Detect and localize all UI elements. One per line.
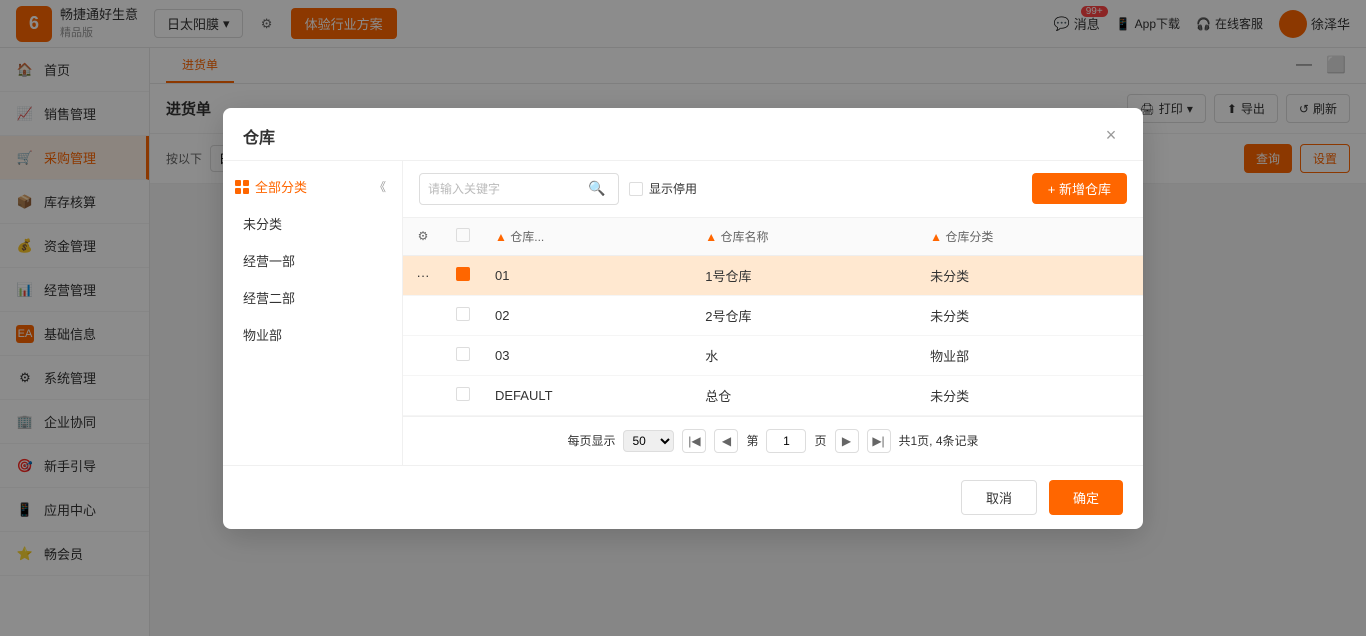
search-icon[interactable]: 🔍	[588, 180, 605, 197]
table-row[interactable]: 03 水 物业部	[403, 335, 1143, 375]
modal-body: 全部分类 《 未分类 经营一部 经营二部 物业部	[223, 161, 1143, 465]
category-item-property[interactable]: 物业部	[223, 316, 402, 353]
next-page-btn[interactable]: ▶	[835, 429, 859, 453]
table-row[interactable]: 02 2号仓库 未分类	[403, 295, 1143, 335]
row-gear-1	[403, 295, 443, 335]
category-panel-header: 全部分类 《	[223, 169, 402, 205]
per-page-select[interactable]: 50 10 20 100	[623, 430, 674, 452]
table-toolbar: 🔍 显示停用 + 新增仓库	[403, 161, 1143, 218]
row-gear-0: ···	[403, 255, 443, 295]
first-page-btn[interactable]: |◀	[682, 429, 706, 453]
select-all-checkbox[interactable]	[456, 228, 470, 242]
category-item-ops1[interactable]: 经营一部	[223, 242, 402, 279]
search-input[interactable]	[428, 182, 588, 196]
row-category-2: 物业部	[918, 335, 1143, 375]
search-box: 🔍	[419, 173, 619, 205]
sort-icon: ▲	[495, 230, 507, 244]
total-info: 共1页, 4条记录	[899, 432, 979, 449]
modal-close-btn[interactable]: ×	[1099, 124, 1123, 148]
col-header-name: ▲ 仓库名称	[693, 218, 918, 256]
show-disabled-label: 显示停用	[629, 180, 697, 197]
row-gear-3	[403, 375, 443, 415]
row-name-2: 水	[693, 335, 918, 375]
row-code-2: 03	[483, 335, 693, 375]
category-item-uncategorized[interactable]: 未分类	[223, 205, 402, 242]
page-suffix: 页	[814, 432, 826, 449]
col-header-check	[443, 218, 483, 256]
modal-overlay: 仓库 × 全部分类 《 未分类	[0, 0, 1366, 636]
warehouse-modal: 仓库 × 全部分类 《 未分类	[223, 108, 1143, 529]
confirm-button[interactable]: 确定	[1049, 480, 1123, 515]
row-code-0: 01	[483, 255, 693, 295]
table-row[interactable]: DEFAULT 总仓 未分类	[403, 375, 1143, 415]
per-page-label: 每页显示	[567, 432, 615, 449]
row-category-0: 未分类	[918, 255, 1143, 295]
col-header-category: ▲ 仓库分类	[918, 218, 1143, 256]
row-check-0[interactable]	[443, 255, 483, 295]
pagination: 每页显示 50 10 20 100 |◀ ◀ 第 页 ▶ ▶| 共1页, 4条记…	[403, 416, 1143, 465]
row-code-3: DEFAULT	[483, 375, 693, 415]
collapse-panel-btn[interactable]: 《	[370, 177, 390, 197]
col-header-code: ▲ 仓库...	[483, 218, 693, 256]
page-label: 第	[746, 432, 758, 449]
sort-icon: ▲	[930, 230, 942, 244]
row-check-3[interactable]	[443, 375, 483, 415]
modal-title: 仓库	[243, 124, 275, 148]
all-categories-label[interactable]: 全部分类	[235, 177, 307, 196]
table-row[interactable]: ··· 01 1号仓库 未分类	[403, 255, 1143, 295]
modal-footer: 取消 确定	[223, 465, 1143, 529]
category-item-ops2[interactable]: 经营二部	[223, 279, 402, 316]
warehouse-table: ⚙ ▲ 仓库... ▲	[403, 218, 1143, 416]
row-code-1: 02	[483, 295, 693, 335]
warehouse-table-container: ⚙ ▲ 仓库... ▲	[403, 218, 1143, 416]
category-panel: 全部分类 《 未分类 经营一部 经营二部 物业部	[223, 161, 403, 465]
col-header-gear: ⚙	[403, 218, 443, 256]
gear-icon: ⚙	[418, 229, 429, 243]
show-disabled-checkbox[interactable]	[629, 182, 643, 196]
modal-header: 仓库 ×	[223, 108, 1143, 161]
row-check-2[interactable]	[443, 335, 483, 375]
add-warehouse-btn[interactable]: + 新增仓库	[1032, 173, 1127, 204]
row-name-0: 1号仓库	[693, 255, 918, 295]
page-input[interactable]	[766, 429, 806, 453]
last-page-btn[interactable]: ▶|	[867, 429, 891, 453]
sort-icon: ▲	[705, 230, 717, 244]
row-name-3: 总仓	[693, 375, 918, 415]
table-panel: 🔍 显示停用 + 新增仓库 ⚙	[403, 161, 1143, 465]
row-check-1[interactable]	[443, 295, 483, 335]
grid-icon	[235, 180, 249, 194]
prev-page-btn[interactable]: ◀	[714, 429, 738, 453]
row-category-3: 未分类	[918, 375, 1143, 415]
row-category-1: 未分类	[918, 295, 1143, 335]
cancel-button[interactable]: 取消	[961, 480, 1037, 515]
row-gear-2	[403, 335, 443, 375]
row-name-1: 2号仓库	[693, 295, 918, 335]
